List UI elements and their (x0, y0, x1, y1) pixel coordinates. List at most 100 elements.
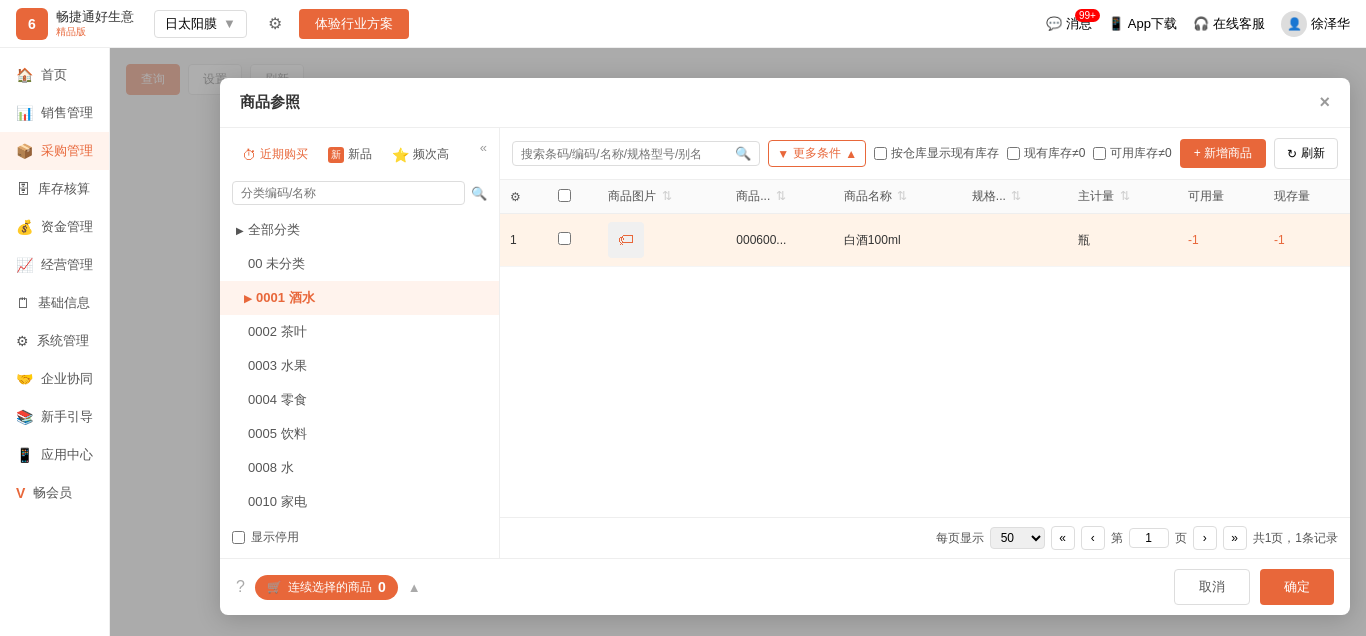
finance-icon: 💰 (16, 219, 33, 235)
messages-button[interactable]: 💬 消息 99+ (1046, 15, 1092, 33)
recent-icon: ⏱ (242, 147, 256, 163)
available-stock-checkbox[interactable] (1093, 147, 1106, 160)
col-name: 商品名称 ⇅ (834, 180, 962, 214)
cancel-button[interactable]: 取消 (1174, 569, 1250, 605)
select-all-checkbox[interactable] (558, 189, 571, 202)
cat-item-fruit[interactable]: 0003 水果 (220, 349, 499, 383)
row-available: -1 (1178, 214, 1264, 267)
cat-item-uncategorized[interactable]: 00 未分类 (220, 247, 499, 281)
sidebar-item-purchase[interactable]: 📦 采购管理 (0, 132, 109, 170)
confirm-button[interactable]: 确定 (1260, 569, 1334, 605)
cart-selection-area[interactable]: 🛒 连续选择的商品 0 (255, 575, 398, 600)
help-icon[interactable]: ? (236, 578, 245, 596)
pagination: 每页显示 50 100 200 « ‹ 第 页 › » 共1页，1条记 (500, 517, 1350, 558)
col-code: 商品... ⇅ (726, 180, 834, 214)
purchase-icon: 📦 (16, 143, 33, 159)
footer-right: 取消 确定 (1174, 569, 1334, 605)
show-disabled-checkbox[interactable] (232, 531, 245, 544)
sidebar-item-collab[interactable]: 🤝 企业协同 (0, 360, 109, 398)
expand-icon-liquor: ▶ (244, 293, 252, 304)
category-list: ▶ 全部分类 00 未分类 ▶ 0001 酒水 0002 茶叶 (220, 213, 499, 519)
cat-item-beverage[interactable]: 0005 饮料 (220, 417, 499, 451)
sidebar-item-inventory[interactable]: 🗄 库存核算 (0, 170, 109, 208)
warehouse-display-checkbox-row: 按仓库显示现有库存 (874, 145, 999, 162)
product-table: ⚙ 商品图片 ⇅ 商品... ⇅ (500, 180, 1350, 517)
guide-icon: 📚 (16, 409, 33, 425)
sidebar-item-home[interactable]: 🏠 首页 (0, 56, 109, 94)
row-checkbox[interactable] (558, 232, 571, 245)
cat-item-water[interactable]: 0008 水 (220, 451, 499, 485)
collapse-panel-button[interactable]: « (480, 140, 487, 169)
product-search-icon[interactable]: 🔍 (735, 146, 751, 161)
existing-stock-checkbox[interactable] (1007, 147, 1020, 160)
more-filter-button[interactable]: ▼ 更多条件 ▲ (768, 140, 866, 167)
modal-header: 商品参照 × (220, 78, 1350, 128)
sidebar-item-basicinfo[interactable]: 🗒 基础信息 (0, 284, 109, 322)
sidebar-item-guide[interactable]: 📚 新手引导 (0, 398, 109, 436)
online-service-button[interactable]: 🎧 在线客服 (1193, 15, 1265, 33)
prev-page-button[interactable]: ‹ (1081, 526, 1105, 550)
sidebar-item-vip[interactable]: V 畅会员 (0, 474, 109, 512)
settings-icon[interactable]: ⚙ (259, 8, 291, 40)
sidebar-item-finance[interactable]: 💰 资金管理 (0, 208, 109, 246)
user-menu[interactable]: 👤 徐泽华 (1281, 11, 1350, 37)
sidebar-item-operations[interactable]: 📈 经营管理 (0, 246, 109, 284)
last-page-button[interactable]: » (1223, 526, 1247, 550)
cart-count-badge: 0 (378, 579, 386, 595)
product-toolbar: 🔍 ▼ 更多条件 ▲ 按仓库显示现有库存 (500, 128, 1350, 180)
tab-frequent[interactable]: ⭐ 频次高 (382, 140, 459, 169)
logo-area: 6 畅捷通好生意 精品版 (16, 8, 134, 40)
main-content: 查询 设置 刷新 商品参照 × ⏱ (110, 48, 1366, 636)
nav-right: 💬 消息 99+ 📱 App下载 🎧 在线客服 👤 徐泽华 (1046, 11, 1350, 37)
logo-text: 畅捷通好生意 精品版 (56, 9, 134, 39)
category-tabs: ⏱ 近期购买 新 新品 ⭐ 频次高 « (220, 140, 499, 177)
phone-icon: 📱 (1108, 16, 1124, 31)
cat-item-tea[interactable]: 0002 茶叶 (220, 315, 499, 349)
trial-button[interactable]: 体验行业方案 (299, 9, 409, 39)
user-avatar: 👤 (1281, 11, 1307, 37)
tab-recent-purchase[interactable]: ⏱ 近期购买 (232, 140, 318, 169)
warehouse-display-checkbox[interactable] (874, 147, 887, 160)
table-header-row: ⚙ 商品图片 ⇅ 商品... ⇅ (500, 180, 1350, 214)
product-search-input[interactable] (521, 147, 729, 161)
cat-item-appliance[interactable]: 0010 家电 (220, 485, 499, 519)
table-row[interactable]: 1 🏷 000600... (500, 214, 1350, 267)
modal-close-button[interactable]: × (1319, 92, 1330, 113)
sidebar-item-sales[interactable]: 📊 销售管理 (0, 94, 109, 132)
refresh-icon: ↻ (1287, 147, 1297, 161)
app-download-button[interactable]: 📱 App下载 (1108, 15, 1177, 33)
col-spec: 规格... ⇅ (962, 180, 1069, 214)
collapse-footer-icon[interactable]: ▲ (408, 580, 421, 595)
cat-item-snack[interactable]: 0004 零食 (220, 383, 499, 417)
cart-icon: 🛒 (267, 580, 282, 594)
logo-icon: 6 (16, 8, 48, 40)
store-selector[interactable]: 日太阳膜 ▼ (154, 10, 247, 38)
sidebar-item-apps[interactable]: 📱 应用中心 (0, 436, 109, 474)
cat-item-liquor[interactable]: ▶ 0001 酒水 (220, 281, 499, 315)
vip-icon: V (16, 485, 25, 501)
row-name: 白酒100ml (834, 214, 962, 267)
row-index: 1 (500, 214, 548, 267)
add-product-button[interactable]: + 新增商品 (1180, 139, 1266, 168)
col-settings: ⚙ (500, 180, 548, 214)
product-thumbnail: 🏷 (608, 222, 644, 258)
sales-icon: 📊 (16, 105, 33, 121)
message-badge: 99+ (1075, 9, 1100, 22)
collab-icon: 🤝 (16, 371, 33, 387)
row-select (548, 214, 599, 267)
sidebar: 🏠 首页 📊 销售管理 📦 采购管理 🗄 库存核算 💰 资金管理 📈 经营管理 … (0, 48, 110, 636)
category-search-input[interactable] (232, 181, 465, 205)
available-stock-checkbox-row: 可用库存≠0 (1093, 145, 1171, 162)
sidebar-item-system[interactable]: ⚙ 系统管理 (0, 322, 109, 360)
first-page-button[interactable]: « (1051, 526, 1075, 550)
page-number-input[interactable] (1129, 528, 1169, 548)
category-search-icon[interactable]: 🔍 (471, 186, 487, 201)
next-page-button[interactable]: › (1193, 526, 1217, 550)
tab-new-products[interactable]: 新 新品 (318, 140, 382, 169)
product-reference-modal: 商品参照 × ⏱ 近期购买 新 新品 (220, 78, 1350, 615)
refresh-button[interactable]: ↻ 刷新 (1274, 138, 1338, 169)
cat-item-all[interactable]: ▶ 全部分类 (220, 213, 499, 247)
per-page-select[interactable]: 50 100 200 (990, 527, 1045, 549)
filter-icon: ▼ (777, 147, 789, 161)
col-image: 商品图片 ⇅ (598, 180, 726, 214)
